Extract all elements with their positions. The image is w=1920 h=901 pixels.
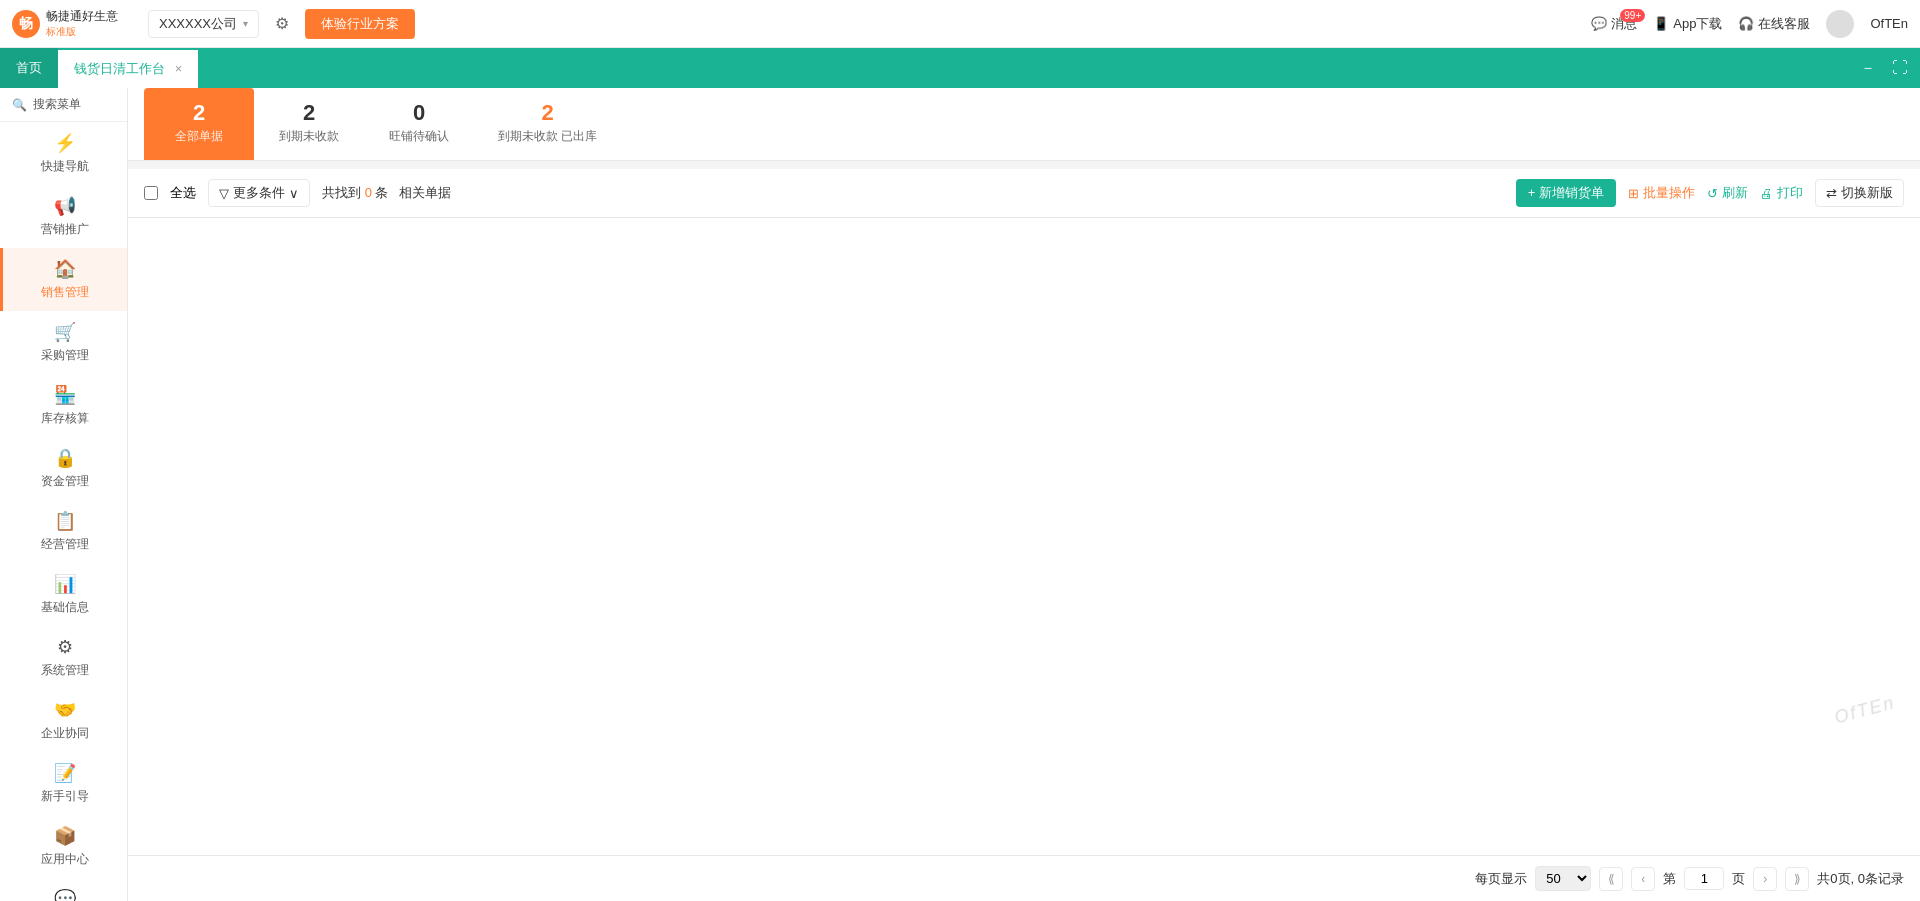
headset-icon: 🎧 bbox=[1738, 16, 1754, 31]
table-area bbox=[128, 218, 1920, 855]
search-icon: 🔍 bbox=[12, 98, 27, 112]
stat-tab-wangpu-confirm[interactable]: 0 旺铺待确认 bbox=[364, 88, 474, 160]
message-icon: 💬 bbox=[1591, 16, 1607, 31]
more-filters-button[interactable]: ▽ 更多条件 ∨ bbox=[208, 179, 310, 207]
wechat-icon: 💬 bbox=[54, 888, 76, 901]
logo-area: 畅 畅捷通好生意 标准版 bbox=[12, 9, 140, 38]
new-sale-button[interactable]: + 新增销货单 bbox=[1516, 179, 1616, 207]
basic-info-icon: 📊 bbox=[54, 573, 76, 595]
page-suffix: 页 bbox=[1732, 870, 1745, 888]
pagination-bar: 每页显示 50 10 20 100 ⟪ ‹ 第 页 › ⟫ 共0页, 0条记录 bbox=[128, 855, 1920, 901]
page-next-button[interactable]: › bbox=[1753, 867, 1777, 891]
operations-icon: 📋 bbox=[54, 510, 76, 532]
download-icon: 📱 bbox=[1653, 16, 1669, 31]
select-all-checkbox[interactable] bbox=[144, 186, 158, 200]
sidebar-item-marketing[interactable]: 📢 营销推广 bbox=[0, 185, 127, 248]
app-download-button[interactable]: 📱 App下载 bbox=[1653, 15, 1722, 33]
sidebar-item-finance[interactable]: 🔒 资金管理 bbox=[0, 437, 127, 500]
inventory-icon: 🏪 bbox=[54, 384, 76, 406]
newbie-icon: 📝 bbox=[54, 762, 76, 784]
found-text: 共找到 0 条 相关单据 bbox=[322, 184, 451, 202]
sidebar-item-purchase[interactable]: 🛒 采购管理 bbox=[0, 311, 127, 374]
gear-button[interactable]: ⚙ bbox=[267, 9, 297, 39]
sidebar-item-operations[interactable]: 📋 经营管理 bbox=[0, 500, 127, 563]
print-button[interactable]: 🖨 打印 bbox=[1760, 184, 1803, 202]
app-center-icon: 📦 bbox=[54, 825, 76, 847]
finance-icon: 🔒 bbox=[54, 447, 76, 469]
main-layout: 🔍 搜索菜单 ⚡ 快捷导航 📢 营销推广 🏠 销售管理 🛒 采购管理 🏪 库存核… bbox=[0, 88, 1920, 901]
avatar[interactable] bbox=[1826, 10, 1854, 38]
user-name[interactable]: OfTEn bbox=[1870, 16, 1908, 31]
page-size-select[interactable]: 50 10 20 100 bbox=[1535, 866, 1591, 891]
refresh-button[interactable]: ↺ 刷新 bbox=[1707, 184, 1748, 202]
sidebar-item-enterprise[interactable]: 🤝 企业协同 bbox=[0, 689, 127, 752]
minimize-icon[interactable]: － bbox=[1856, 54, 1880, 83]
total-info: 共0页, 0条记录 bbox=[1817, 870, 1904, 888]
sidebar-item-quick-nav[interactable]: ⚡ 快捷导航 bbox=[0, 122, 127, 185]
toolbar: 全选 ▽ 更多条件 ∨ 共找到 0 条 相关单据 + 新增销货单 ⊞ bbox=[128, 169, 1920, 218]
tab-workbench[interactable]: 钱货日清工作台 × bbox=[58, 48, 198, 88]
page-last-button[interactable]: ⟫ bbox=[1785, 867, 1809, 891]
found-count: 0 bbox=[365, 185, 372, 200]
page-number-input[interactable] bbox=[1684, 867, 1724, 890]
batch-op-button[interactable]: ⊞ 批量操作 bbox=[1628, 184, 1695, 202]
select-all-label: 全选 bbox=[170, 184, 196, 202]
marketing-icon: 📢 bbox=[54, 195, 76, 217]
online-service-button[interactable]: 🎧 在线客服 bbox=[1738, 15, 1810, 33]
page-first-button[interactable]: ⟪ bbox=[1599, 867, 1623, 891]
sales-icon: 🏠 bbox=[54, 258, 76, 280]
stat-tab-all[interactable]: 2 全部单据 bbox=[144, 88, 254, 160]
toolbar-left: 全选 ▽ 更多条件 ∨ 共找到 0 条 相关单据 bbox=[144, 179, 451, 207]
filter-icon: ▽ bbox=[219, 186, 229, 201]
company-selector[interactable]: XXXXXX公司 ▾ bbox=[148, 10, 259, 38]
page-prev-button[interactable]: ‹ bbox=[1631, 867, 1655, 891]
sidebar-item-basic-info[interactable]: 📊 基础信息 bbox=[0, 563, 127, 626]
tab-actions: － ⛶ bbox=[1856, 48, 1920, 88]
top-header: 畅 畅捷通好生意 标准版 XXXXXX公司 ▾ ⚙ 体验行业方案 💬 消息 99… bbox=[0, 0, 1920, 48]
purchase-icon: 🛒 bbox=[54, 321, 76, 343]
page-label: 第 bbox=[1663, 870, 1676, 888]
sidebar-item-app-center[interactable]: 📦 应用中心 bbox=[0, 815, 127, 878]
search-menu-button[interactable]: 🔍 搜索菜单 bbox=[0, 88, 127, 122]
batch-icon: ⊞ bbox=[1628, 186, 1639, 201]
header-right: 💬 消息 99+ 📱 App下载 🎧 在线客服 OfTEn bbox=[1591, 10, 1908, 38]
switch-icon: ⇄ bbox=[1826, 186, 1837, 201]
logo-icon: 畅 bbox=[12, 10, 40, 38]
content-area: 2 全部单据 2 到期未收款 0 旺铺待确认 2 到期未收款 已出库 全选 bbox=[128, 88, 1920, 901]
system-icon: ⚙ bbox=[57, 636, 73, 658]
switch-version-button[interactable]: ⇄ 切换新版 bbox=[1815, 179, 1904, 207]
stats-tabs: 2 全部单据 2 到期未收款 0 旺铺待确认 2 到期未收款 已出库 bbox=[128, 88, 1920, 161]
sidebar: 🔍 搜索菜单 ⚡ 快捷导航 📢 营销推广 🏠 销售管理 🛒 采购管理 🏪 库存核… bbox=[0, 88, 128, 901]
stat-tab-overdue-unpaid[interactable]: 2 到期未收款 bbox=[254, 88, 364, 160]
chevron-down-icon: ▾ bbox=[243, 18, 248, 29]
sidebar-item-newbie[interactable]: 📝 新手引导 bbox=[0, 752, 127, 815]
tab-close-icon[interactable]: × bbox=[175, 62, 182, 76]
refresh-icon: ↺ bbox=[1707, 186, 1718, 201]
print-icon: 🖨 bbox=[1760, 186, 1773, 201]
sidebar-item-wechat[interactable]: 💬 企业微信 bbox=[0, 878, 127, 901]
toolbar-right: + 新增销货单 ⊞ 批量操作 ↺ 刷新 🖨 打印 ⇄ 切换新版 bbox=[1516, 179, 1904, 207]
trial-button[interactable]: 体验行业方案 bbox=[305, 9, 415, 39]
tab-bar: 首页 钱货日清工作台 × － ⛶ bbox=[0, 48, 1920, 88]
chevron-down-icon: ∨ bbox=[289, 186, 299, 201]
sidebar-item-inventory[interactable]: 🏪 库存核算 bbox=[0, 374, 127, 437]
maximize-icon[interactable]: ⛶ bbox=[1888, 55, 1912, 81]
tab-home[interactable]: 首页 bbox=[0, 48, 58, 88]
stat-tab-overdue-unshipped[interactable]: 2 到期未收款 已出库 bbox=[474, 88, 621, 160]
sidebar-item-sales[interactable]: 🏠 销售管理 bbox=[0, 248, 127, 311]
messages-button[interactable]: 💬 消息 99+ bbox=[1591, 15, 1637, 33]
quick-nav-icon: ⚡ bbox=[54, 132, 76, 154]
page-size-label: 每页显示 bbox=[1475, 870, 1527, 888]
sidebar-item-system[interactable]: ⚙ 系统管理 bbox=[0, 626, 127, 689]
logo-text: 畅捷通好生意 标准版 bbox=[46, 9, 118, 38]
enterprise-icon: 🤝 bbox=[54, 699, 76, 721]
